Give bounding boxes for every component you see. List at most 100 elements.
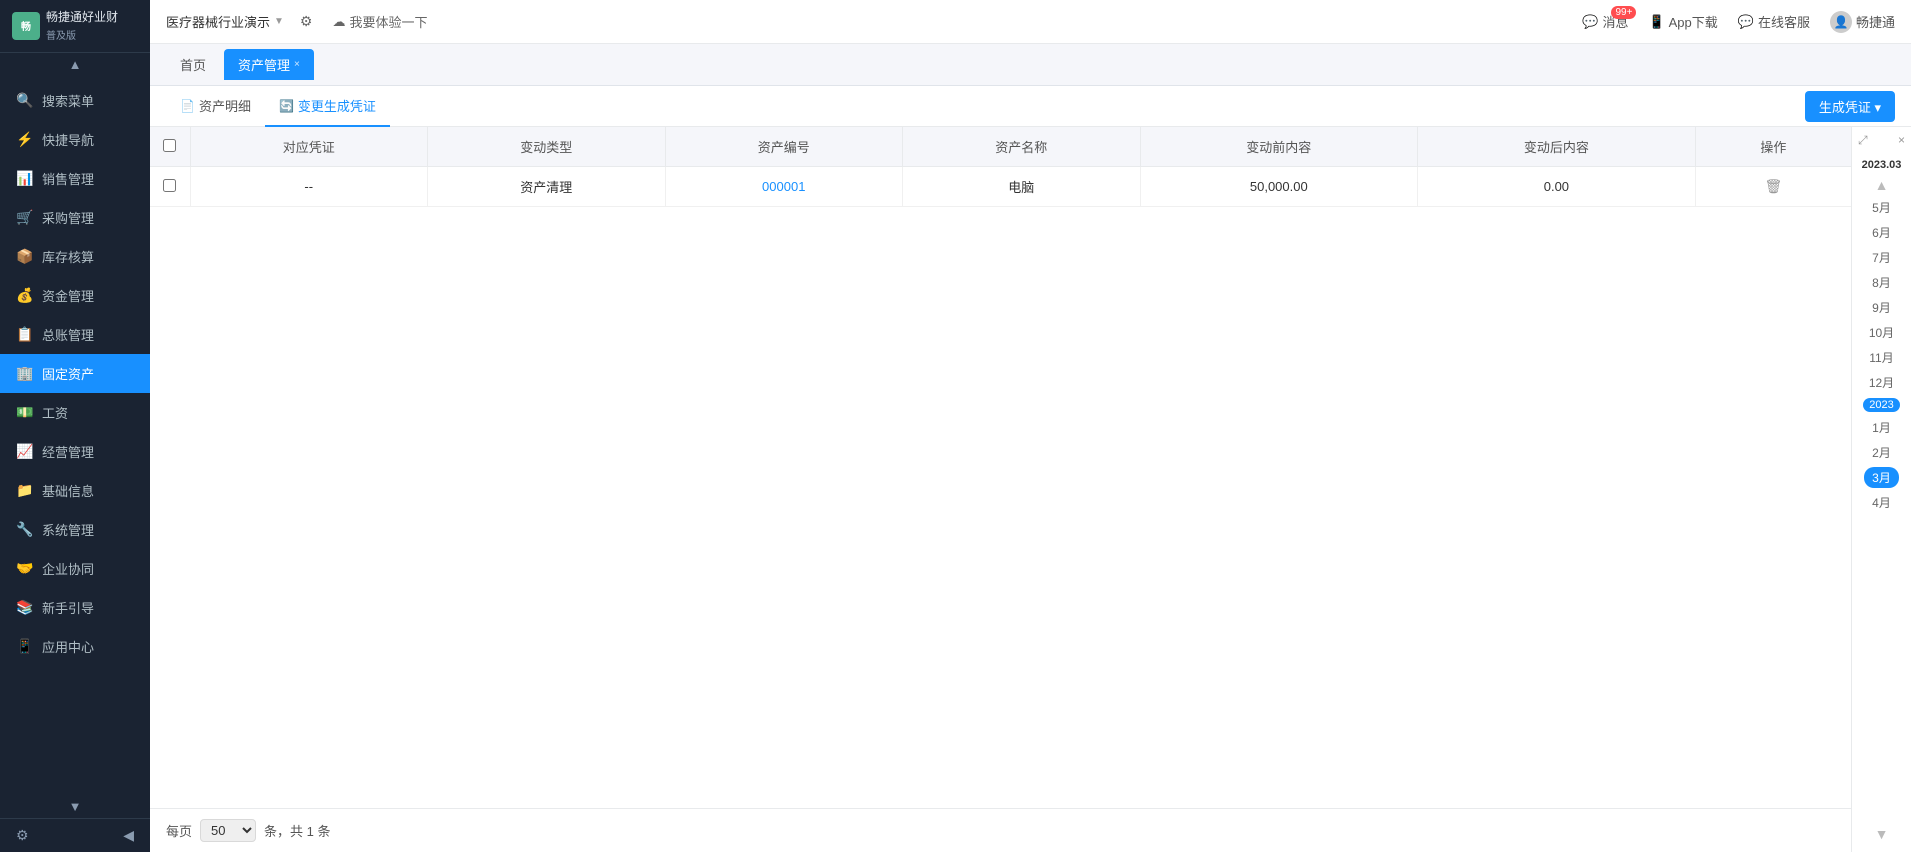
online-service-button[interactable]: 💬 在线客服 xyxy=(1738,12,1810,31)
enterprise-icon: 🤝 xyxy=(16,560,34,577)
logo-icon: 畅 xyxy=(12,12,40,40)
logo-edition: 普及版 xyxy=(46,27,118,42)
collapse-sidebar-icon[interactable]: ◀ xyxy=(123,827,134,844)
sidebar-item-label: 销售管理 xyxy=(42,169,94,188)
timeline-scroll-up[interactable]: ▲ xyxy=(1875,175,1889,195)
sidebar-item-label: 企业协同 xyxy=(42,559,94,578)
sidebar-item-app-center[interactable]: 📱 应用中心 xyxy=(0,627,150,666)
per-page-select[interactable]: 10 20 50 100 xyxy=(200,819,256,842)
company-name: 医疗器械行业演示 xyxy=(166,12,270,31)
header-settings-icon[interactable]: ⚙ xyxy=(300,13,313,30)
header: 医疗器械行业演示 ▼ ⚙ ☁ 我要体验一下 💬 消息 99+ 📱 App下载 💬… xyxy=(150,0,1911,44)
sidebar-bottom: ⚙ ◀ xyxy=(0,818,150,852)
row-checkbox[interactable] xyxy=(163,179,176,192)
sub-tab-change-voucher[interactable]: 🔄 变更生成凭证 xyxy=(265,86,390,127)
flash-icon: ⚡ xyxy=(16,131,34,148)
experience-button[interactable]: ☁ 我要体验一下 xyxy=(332,12,427,31)
sidebar-item-inventory[interactable]: 📦 库存核算 xyxy=(0,237,150,276)
timeline-month[interactable]: 10月 xyxy=(1869,320,1894,345)
capital-icon: 💰 xyxy=(16,287,34,304)
service-icon: 💬 xyxy=(1738,14,1754,30)
settings-bottom-icon[interactable]: ⚙ xyxy=(16,827,29,844)
col-before: 变动前内容 xyxy=(1140,127,1418,167)
total-label: 条，共 1 条 xyxy=(264,821,330,840)
content-with-timeline: 对应凭证 变动类型 资产编号 资产名称 变动前内容 变动后内容 操作 xyxy=(150,127,1911,852)
sidebar-nav: 🔍 搜索菜单 ⚡ 快捷导航 📊 销售管理 🛒 采购管理 📦 库存核算 💰 资金管… xyxy=(0,77,150,794)
sub-tab-label: 资产明细 xyxy=(199,96,251,115)
per-page-label: 每页 xyxy=(166,821,192,840)
home-tab-label: 首页 xyxy=(180,55,206,74)
logo-title: 畅捷通好业财 xyxy=(46,10,118,26)
purchase-icon: 🛒 xyxy=(16,209,34,226)
cell-asset-no: 000001 xyxy=(665,167,903,207)
sidebar-item-payroll[interactable]: 💵 工资 xyxy=(0,393,150,432)
experience-label: 我要体验一下 xyxy=(349,12,427,31)
username: 畅捷通 xyxy=(1856,12,1895,31)
app-download-button[interactable]: 📱 App下载 xyxy=(1648,12,1717,31)
sidebar-item-purchase[interactable]: 🛒 采购管理 xyxy=(0,198,150,237)
timeline-month[interactable]: 4月 xyxy=(1872,490,1891,515)
sidebar-item-basic-info[interactable]: 📁 基础信息 xyxy=(0,471,150,510)
timeline-month[interactable]: 9月 xyxy=(1872,295,1891,320)
main-wrapper: 医疗器械行业演示 ▼ ⚙ ☁ 我要体验一下 💬 消息 99+ 📱 App下载 💬… xyxy=(150,0,1911,852)
col-action: 操作 xyxy=(1695,127,1851,167)
sidebar-item-quicknav[interactable]: ⚡ 快捷导航 xyxy=(0,120,150,159)
sales-icon: 📊 xyxy=(16,170,34,187)
messages-button[interactable]: 💬 消息 99+ xyxy=(1582,12,1628,31)
timeline-month[interactable]: 5月 xyxy=(1872,195,1891,220)
pagination-bar: 每页 10 20 50 100 条，共 1 条 xyxy=(150,808,1851,852)
sidebar-item-sales[interactable]: 📊 销售管理 xyxy=(0,159,150,198)
sidebar-item-label: 搜索菜单 xyxy=(42,91,94,110)
tab-close-icon[interactable]: × xyxy=(294,59,300,70)
sidebar-scroll-down[interactable]: ▼ xyxy=(0,794,150,818)
sidebar-item-capital[interactable]: 💰 资金管理 xyxy=(0,276,150,315)
col-after: 变动后内容 xyxy=(1418,127,1696,167)
timeline-month[interactable]: 11月 xyxy=(1869,345,1893,370)
delete-row-button[interactable]: 🗑 xyxy=(1764,178,1782,195)
asset-table: 对应凭证 变动类型 资产编号 资产名称 变动前内容 变动后内容 操作 xyxy=(150,127,1851,207)
sidebar-item-guide[interactable]: 📚 新手引导 xyxy=(0,588,150,627)
app-center-icon: 📱 xyxy=(16,638,34,655)
timeline-month[interactable]: 8月 xyxy=(1872,270,1891,295)
timeline-items: 5月 6月 7月 8月 9月 10月 11月 12月 2023 1月 2月 3月… xyxy=(1852,195,1911,824)
timeline-scroll-down[interactable]: ▼ xyxy=(1875,824,1889,844)
guide-icon: 📚 xyxy=(16,599,34,616)
sidebar-item-label: 资金管理 xyxy=(42,286,94,305)
sidebar-item-label: 经营管理 xyxy=(42,442,94,461)
sidebar-item-label: 快捷导航 xyxy=(42,130,94,149)
timeline-panel: ⤢ × 2023.03 ▲ 5月 6月 7月 8月 9月 10月 11月 12月… xyxy=(1851,127,1911,852)
tab-asset-management[interactable]: 资产管理 × xyxy=(224,49,314,80)
sidebar-item-label: 工资 xyxy=(42,403,68,422)
sidebar-item-fixed-assets[interactable]: 🏢 固定资产 xyxy=(0,354,150,393)
col-change-type: 变动类型 xyxy=(428,127,666,167)
timeline-month[interactable]: 1月 xyxy=(1872,415,1891,440)
tab-home[interactable]: 首页 xyxy=(166,49,220,80)
timeline-month[interactable]: 12月 xyxy=(1869,370,1894,395)
cell-action[interactable]: 🗑 xyxy=(1695,167,1851,207)
cell-asset-name: 电脑 xyxy=(903,167,1141,207)
sidebar-item-system[interactable]: 🔧 系统管理 xyxy=(0,510,150,549)
timeline-month[interactable]: 7月 xyxy=(1872,245,1891,270)
sidebar-item-enterprise[interactable]: 🤝 企业协同 xyxy=(0,549,150,588)
timeline-close-icon[interactable]: × xyxy=(1898,133,1905,147)
sidebar: 畅 畅捷通好业财 普及版 ▲ 🔍 搜索菜单 ⚡ 快捷导航 📊 销售管理 🛒 采购… xyxy=(0,0,150,852)
generate-voucher-button[interactable]: 生成凭证 ▾ xyxy=(1805,91,1895,122)
user-menu[interactable]: 👤 畅捷通 xyxy=(1830,11,1895,33)
row-checkbox-cell[interactable] xyxy=(150,167,190,207)
timeline-month[interactable]: 6月 xyxy=(1872,220,1891,245)
sidebar-item-search[interactable]: 🔍 搜索菜单 xyxy=(0,81,150,120)
timeline-year-badge[interactable]: 2023 xyxy=(1863,398,1899,412)
company-selector[interactable]: 医疗器械行业演示 ▼ xyxy=(166,12,284,31)
sidebar-item-label: 固定资产 xyxy=(42,364,94,383)
select-all-header[interactable] xyxy=(150,127,190,167)
timeline-expand-icon[interactable]: ⤢ xyxy=(1858,133,1868,148)
sidebar-item-operations[interactable]: 📈 经营管理 xyxy=(0,432,150,471)
message-icon: 💬 xyxy=(1582,14,1598,30)
sub-tab-asset-detail[interactable]: 📄 资产明细 xyxy=(166,86,265,127)
timeline-month[interactable]: 2月 xyxy=(1872,440,1891,465)
sidebar-scroll-up[interactable]: ▲ xyxy=(0,53,150,77)
cloud-icon: ☁ xyxy=(332,14,345,30)
select-all-checkbox[interactable] xyxy=(163,139,176,152)
sidebar-item-ledger[interactable]: 📋 总账管理 xyxy=(0,315,150,354)
timeline-current-month[interactable]: 3月 xyxy=(1864,467,1899,488)
